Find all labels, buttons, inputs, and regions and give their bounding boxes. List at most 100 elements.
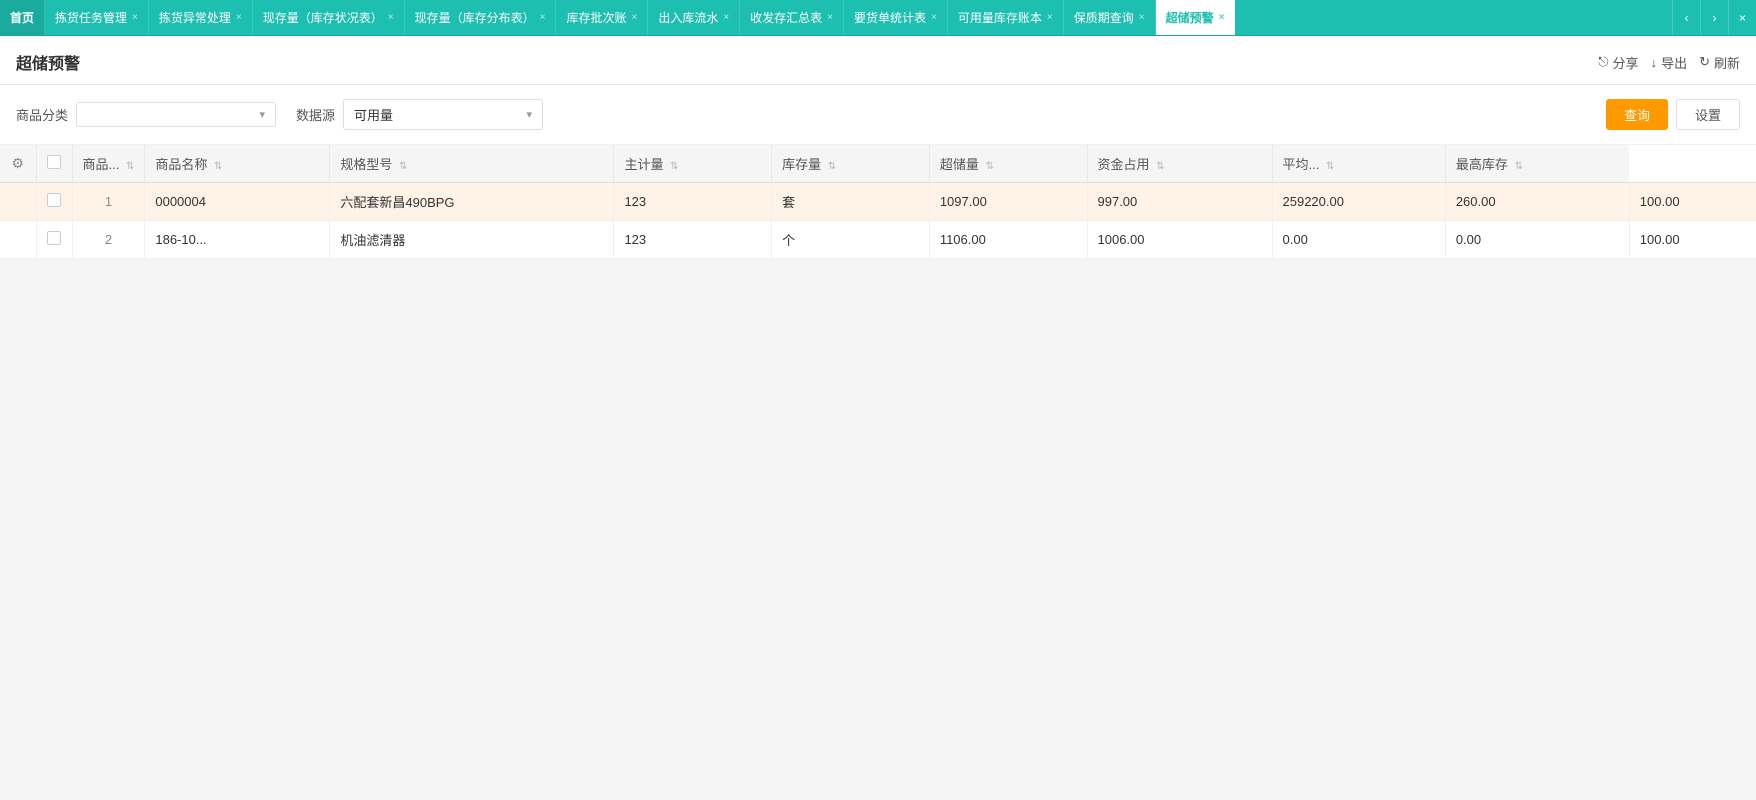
row-index: 1: [72, 183, 145, 221]
close-icon[interactable]: ×: [132, 12, 138, 23]
share-icon: ⎋: [1598, 54, 1608, 70]
sort-icon: ⇅: [1326, 161, 1334, 172]
col-header-overstock[interactable]: 超储量 ⇅: [929, 145, 1087, 183]
col-header-unit[interactable]: 主计量 ⇅: [614, 145, 772, 183]
filter-actions: 查询 设置: [1606, 99, 1740, 130]
nav-item-shelf-life[interactable]: 保质期查询 ×: [1064, 0, 1156, 35]
row-name: 机油滤清器: [330, 221, 614, 259]
overstock-table: ⚙ 商品... ⇅ 商品名称 ⇅ 规格型号 ⇅ 主计量: [0, 145, 1756, 259]
close-icon[interactable]: ×: [1139, 12, 1145, 23]
row-overstock: 1006.00: [1087, 221, 1272, 259]
nav-item-pick-exception[interactable]: 拣货异常处理 ×: [149, 0, 253, 35]
row-spec: 123: [614, 221, 772, 259]
row-overstock: 997.00: [1087, 183, 1272, 221]
setting-button[interactable]: 设置: [1676, 99, 1740, 130]
close-icon[interactable]: ×: [540, 12, 546, 23]
sort-icon: ⇅: [985, 161, 993, 172]
row-settings: [0, 183, 36, 221]
table-row[interactable]: 2 186-10... 机油滤清器 123 个 1106.00 1006.00 …: [0, 221, 1756, 259]
gear-icon[interactable]: ⚙: [11, 155, 24, 171]
nav-item-overstock[interactable]: 超储预警 ×: [1156, 0, 1236, 35]
nav-item-flow[interactable]: 出入库流水 ×: [648, 0, 740, 35]
row-code: 0000004: [145, 183, 330, 221]
col-header-capital[interactable]: 资金占用 ⇅: [1087, 145, 1272, 183]
row-checkbox[interactable]: [47, 193, 61, 207]
sort-icon: ⇅: [1514, 161, 1522, 172]
col-header-spec[interactable]: 规格型号 ⇅: [330, 145, 614, 183]
select-all-checkbox[interactable]: [47, 155, 61, 169]
table-header-row: ⚙ 商品... ⇅ 商品名称 ⇅ 规格型号 ⇅ 主计量: [0, 145, 1756, 183]
page-title: 超储预警: [16, 50, 80, 74]
sort-icon: ⇅: [828, 161, 836, 172]
category-filter-group: 商品分类 ▾: [16, 102, 276, 127]
col-header-name[interactable]: 商品名称 ⇅: [145, 145, 330, 183]
datasource-filter-group: 数据源 可用量 ▾: [296, 99, 543, 130]
col-header-stock[interactable]: 库存量 ⇅: [772, 145, 930, 183]
row-settings: [0, 221, 36, 259]
refresh-icon: ↻: [1699, 54, 1710, 70]
nav-arrow-right[interactable]: ›: [1700, 0, 1728, 35]
col-header-check: [36, 145, 72, 183]
nav-item-stock-dist[interactable]: 现存量（库存分布表） ×: [405, 0, 557, 35]
row-checkbox[interactable]: [47, 231, 61, 245]
row-spec: 123: [614, 183, 772, 221]
table-row[interactable]: 1 0000004 六配套新昌490BPG 123 套 1097.00 997.…: [0, 183, 1756, 221]
row-unit: 个: [772, 221, 930, 259]
nav-item-home[interactable]: 首页: [0, 0, 45, 35]
row-max-stock: 100.00: [1629, 183, 1756, 221]
datasource-value: 可用量: [354, 105, 393, 124]
share-button[interactable]: ⎋ 分享: [1598, 53, 1638, 72]
close-icon[interactable]: ×: [723, 12, 729, 23]
row-max-stock: 100.00: [1629, 221, 1756, 259]
row-capital: 259220.00: [1272, 183, 1445, 221]
nav-item-order-stat[interactable]: 要货单统计表 ×: [844, 0, 948, 35]
row-avg: 260.00: [1445, 183, 1629, 221]
sort-icon: ⇅: [670, 161, 678, 172]
row-stock: 1106.00: [929, 221, 1087, 259]
close-icon[interactable]: ×: [631, 12, 637, 23]
refresh-button[interactable]: ↻ 刷新: [1699, 53, 1740, 72]
top-navigation: 首页 拣货任务管理 × 拣货异常处理 × 现存量（库存状况表） × 现存量（库存…: [0, 0, 1756, 36]
row-unit: 套: [772, 183, 930, 221]
query-button[interactable]: 查询: [1606, 99, 1668, 130]
row-avg: 0.00: [1445, 221, 1629, 259]
chevron-down-icon: ▾: [259, 108, 265, 121]
col-header-code[interactable]: 商品... ⇅: [72, 145, 145, 183]
close-icon[interactable]: ×: [1219, 12, 1225, 23]
close-icon[interactable]: ×: [236, 12, 242, 23]
nav-item-summary[interactable]: 收发存汇总表 ×: [740, 0, 844, 35]
col-header-settings: ⚙: [0, 145, 36, 183]
data-table-container: ⚙ 商品... ⇅ 商品名称 ⇅ 规格型号 ⇅ 主计量: [0, 145, 1756, 259]
nav-item-pick-task[interactable]: 拣货任务管理 ×: [45, 0, 149, 35]
row-name: 六配套新昌490BPG: [330, 183, 614, 221]
nav-arrows: ‹ › ×: [1672, 0, 1756, 35]
sort-icon: ⇅: [126, 161, 134, 172]
chevron-down-icon: ▾: [527, 108, 533, 121]
close-icon[interactable]: ×: [931, 12, 937, 23]
category-label: 商品分类: [16, 105, 68, 124]
nav-item-available[interactable]: 可用量库存账本 ×: [948, 0, 1064, 35]
close-icon[interactable]: ×: [1047, 12, 1053, 23]
page-header: 超储预警 ⎋ 分享 ↓ 导出 ↻ 刷新: [0, 36, 1756, 85]
sort-icon: ⇅: [214, 161, 222, 172]
nav-item-stock-status[interactable]: 现存量（库存状况表） ×: [253, 0, 405, 35]
row-check: [36, 221, 72, 259]
export-icon: ↓: [1651, 55, 1658, 70]
close-icon[interactable]: ×: [388, 12, 394, 23]
col-header-avg[interactable]: 平均... ⇅: [1272, 145, 1445, 183]
close-icon[interactable]: ×: [827, 12, 833, 23]
nav-arrow-close[interactable]: ×: [1728, 0, 1756, 35]
sort-icon: ⇅: [399, 161, 407, 172]
col-header-max-stock[interactable]: 最高库存 ⇅: [1445, 145, 1629, 183]
header-actions: ⎋ 分享 ↓ 导出 ↻ 刷新: [1598, 53, 1740, 72]
row-index: 2: [72, 221, 145, 259]
export-button[interactable]: ↓ 导出: [1651, 53, 1688, 72]
row-capital: 0.00: [1272, 221, 1445, 259]
datasource-select[interactable]: 可用量 ▾: [343, 99, 543, 130]
filter-bar: 商品分类 ▾ 数据源 可用量 ▾ 查询 设置: [0, 85, 1756, 145]
row-code: 186-10...: [145, 221, 330, 259]
row-check: [36, 183, 72, 221]
category-select[interactable]: ▾: [76, 102, 276, 127]
nav-item-batch[interactable]: 库存批次账 ×: [556, 0, 648, 35]
nav-arrow-left[interactable]: ‹: [1672, 0, 1700, 35]
